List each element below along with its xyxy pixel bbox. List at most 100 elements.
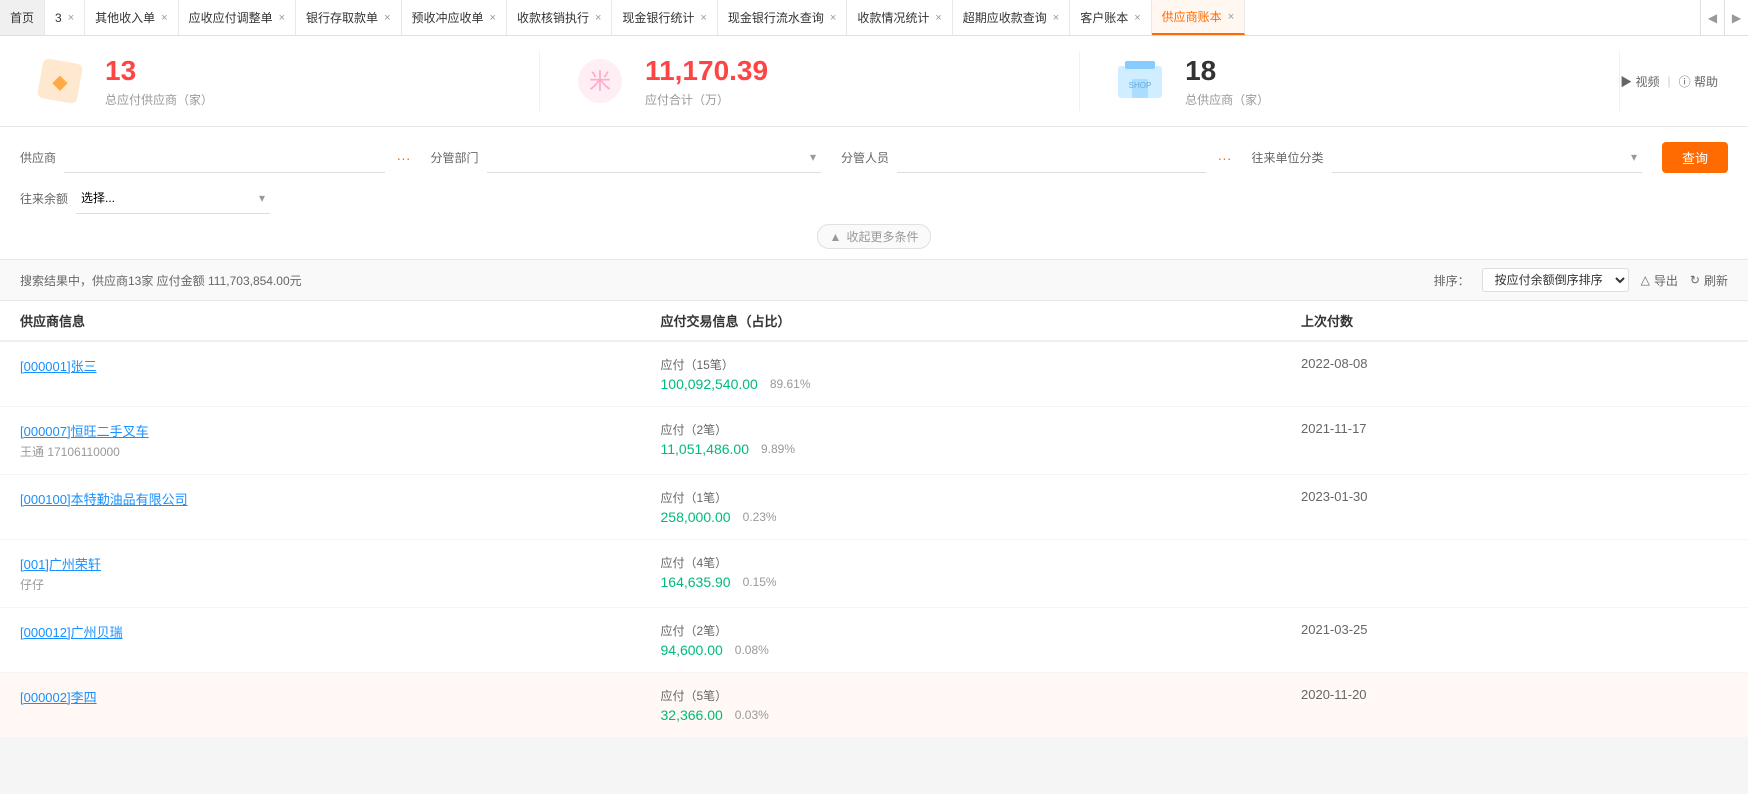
export-icon: △ — [1641, 273, 1650, 287]
payable-label: 应付（2笔） — [661, 421, 1302, 438]
close-icon[interactable]: × — [490, 12, 496, 24]
collapse-bar: ▲ 收起更多条件 — [20, 224, 1728, 249]
nav-tab-cash-bank-flow[interactable]: 现金银行流水查询 × — [718, 0, 847, 35]
export-button[interactable]: △ 导出 — [1641, 272, 1678, 289]
close-icon[interactable]: × — [68, 12, 74, 24]
payable-amount[interactable]: 32,366.00 — [661, 707, 723, 723]
stat-total-suppliers: SHOP 18 总供应商（家） — [1080, 51, 1620, 111]
supplier-name-link[interactable]: [000001]张三 — [20, 356, 661, 375]
supplier-name-link[interactable]: [000007]恒旺二手叉车 — [20, 421, 661, 440]
nav-tab-advance-ar[interactable]: 预收冲应收单 × — [402, 0, 507, 35]
nav-tab-receipt-verify[interactable]: 收款核销执行 × — [507, 0, 612, 35]
nav-tab-other-income[interactable]: 其他收入单 × — [85, 0, 178, 35]
close-icon[interactable]: × — [700, 12, 706, 24]
last-pay-cell: 2021-11-17 — [1301, 421, 1728, 436]
filter-area: 供应商 ··· 分管部门 ▾ 分管人员 ··· 往来单位分类 — [0, 127, 1748, 260]
collapse-button[interactable]: ▲ 收起更多条件 — [817, 224, 932, 249]
nav-tab-cash-bank-flow-label: 现金银行流水查询 — [728, 9, 824, 26]
filter-row-2: 往来余额 选择... ▾ — [20, 183, 1728, 214]
collapse-label: 收起更多条件 — [846, 228, 918, 245]
result-actions: 排序： 按应付余额倒序排序 △ 导出 ↻ 刷新 — [1434, 268, 1728, 292]
payable-amount[interactable]: 94,600.00 — [661, 642, 723, 658]
total-suppliers-label: 总供应商（家） — [1185, 91, 1589, 108]
nav-tab-3-label: 3 — [55, 11, 62, 25]
supplier-info-cell: [000002]李四 — [20, 687, 661, 706]
payable-total-amount: 11,170.39 — [645, 54, 1049, 88]
payable-label: 应付（5笔） — [661, 687, 1302, 704]
video-link[interactable]: ▶ 视频 — [1620, 73, 1659, 90]
close-icon[interactable]: × — [279, 12, 285, 24]
nav-tab-receipt-stat[interactable]: 收款情况统计 × — [847, 0, 952, 35]
payable-percent: 0.15% — [743, 575, 777, 589]
payable-info-cell: 应付（4笔） 164,635.90 0.15% — [661, 554, 1302, 590]
stat-icon-diamond: ◆ — [30, 51, 90, 111]
nav-tab-3[interactable]: 3 × — [45, 0, 85, 35]
help-link[interactable]: ⓘ 帮助 — [1679, 73, 1718, 90]
payable-label: 应付（1笔） — [661, 489, 1302, 506]
nav-next-arrow[interactable]: ▶ — [1724, 0, 1748, 36]
refresh-button[interactable]: ↻ 刷新 — [1690, 272, 1728, 289]
nav-tab-customer-ledger-label: 客户账本 — [1080, 9, 1128, 26]
balance-label: 往来余额 — [20, 190, 68, 207]
last-pay-date: 2022-08-08 — [1301, 356, 1368, 371]
filter-person: 分管人员 ··· — [841, 143, 1232, 173]
supplier-dots[interactable]: ··· — [397, 150, 411, 166]
nav-tab-supplier-ledger[interactable]: 供应商账本 × — [1152, 0, 1245, 35]
nav-tab-customer-ledger[interactable]: 客户账本 × — [1070, 0, 1151, 35]
supplier-name-link[interactable]: [000002]李四 — [20, 687, 661, 706]
last-pay-date: 2021-03-25 — [1301, 622, 1368, 637]
close-icon[interactable]: × — [1228, 11, 1234, 23]
nav-tab-receipt-verify-label: 收款核销执行 — [517, 9, 589, 26]
person-input[interactable] — [897, 143, 1205, 173]
close-icon[interactable]: × — [935, 12, 941, 24]
close-icon[interactable]: × — [161, 12, 167, 24]
total-suppliers-count: 18 — [1185, 54, 1589, 88]
svg-text:米: 米 — [589, 69, 611, 94]
close-icon[interactable]: × — [1134, 12, 1140, 24]
payable-suppliers-count: 13 — [105, 54, 509, 88]
svg-text:SHOP: SHOP — [1129, 81, 1152, 90]
category-select[interactable] — [1332, 142, 1642, 172]
col-header-supplier: 供应商信息 — [20, 311, 661, 330]
search-button[interactable]: 查询 — [1662, 142, 1728, 173]
nav-tab-ar-ap-adjust-label: 应收应付调整单 — [189, 9, 273, 26]
person-label: 分管人员 — [841, 149, 889, 166]
balance-select[interactable]: 选择... — [76, 183, 270, 213]
dept-select[interactable] — [487, 142, 821, 172]
supplier-name-link[interactable]: [001]广州荣轩 — [20, 554, 661, 573]
payable-amount[interactable]: 258,000.00 — [661, 509, 731, 525]
close-icon[interactable]: × — [830, 12, 836, 24]
stat-payable-suppliers: ◆ 13 总应付供应商（家） — [20, 51, 540, 111]
supplier-name-link[interactable]: [000012]广州贝瑞 — [20, 622, 661, 641]
supplier-name-link[interactable]: [000100]本特勤油品有限公司 — [20, 489, 661, 508]
close-icon[interactable]: × — [384, 12, 390, 24]
nav-tab-ar-ap-adjust[interactable]: 应收应付调整单 × — [179, 0, 296, 35]
close-icon[interactable]: × — [595, 12, 601, 24]
collapse-up-icon: ▲ — [830, 230, 842, 244]
payable-amount[interactable]: 164,635.90 — [661, 574, 731, 590]
payable-percent: 9.89% — [761, 442, 795, 456]
nav-tab-overdue-ar[interactable]: 超期应收款查询 × — [953, 0, 1070, 35]
nav-tab-cash-bank-stat[interactable]: 现金银行统计 × — [612, 0, 717, 35]
table-row: [000001]张三 应付（15笔） 100,092,540.00 89.61%… — [0, 342, 1748, 407]
supplier-sub-info: 仔仔 — [20, 576, 661, 593]
close-icon[interactable]: × — [1053, 12, 1059, 24]
nav-tab-home[interactable]: 首页 — [0, 0, 45, 35]
sort-select[interactable]: 按应付余额倒序排序 — [1482, 268, 1629, 292]
nav-prev-arrow[interactable]: ◀ — [1700, 0, 1724, 36]
col-header-payable: 应付交易信息（占比） — [661, 311, 1302, 330]
payable-amount[interactable]: 100,092,540.00 — [661, 376, 758, 392]
payable-label: 应付（15笔） — [661, 356, 1302, 373]
nav-tab-bank-deposit-label: 银行存取款单 — [306, 9, 378, 26]
supplier-input[interactable] — [64, 143, 384, 173]
stat-payable-total: 米 11,170.39 应付合计（万） — [540, 51, 1080, 111]
person-dots[interactable]: ··· — [1218, 150, 1232, 166]
nav-tab-bank-deposit[interactable]: 银行存取款单 × — [296, 0, 401, 35]
export-label: 导出 — [1654, 272, 1678, 289]
stat-icon-rice: 米 — [570, 51, 630, 111]
refresh-icon: ↻ — [1690, 273, 1700, 287]
payable-info-cell: 应付（2笔） 94,600.00 0.08% — [661, 622, 1302, 658]
payable-amount[interactable]: 11,051,486.00 — [661, 441, 750, 457]
payable-percent: 89.61% — [770, 377, 811, 391]
table-container: 供应商信息 应付交易信息（占比） 上次付数 [000001]张三 应付（15笔）… — [0, 301, 1748, 738]
